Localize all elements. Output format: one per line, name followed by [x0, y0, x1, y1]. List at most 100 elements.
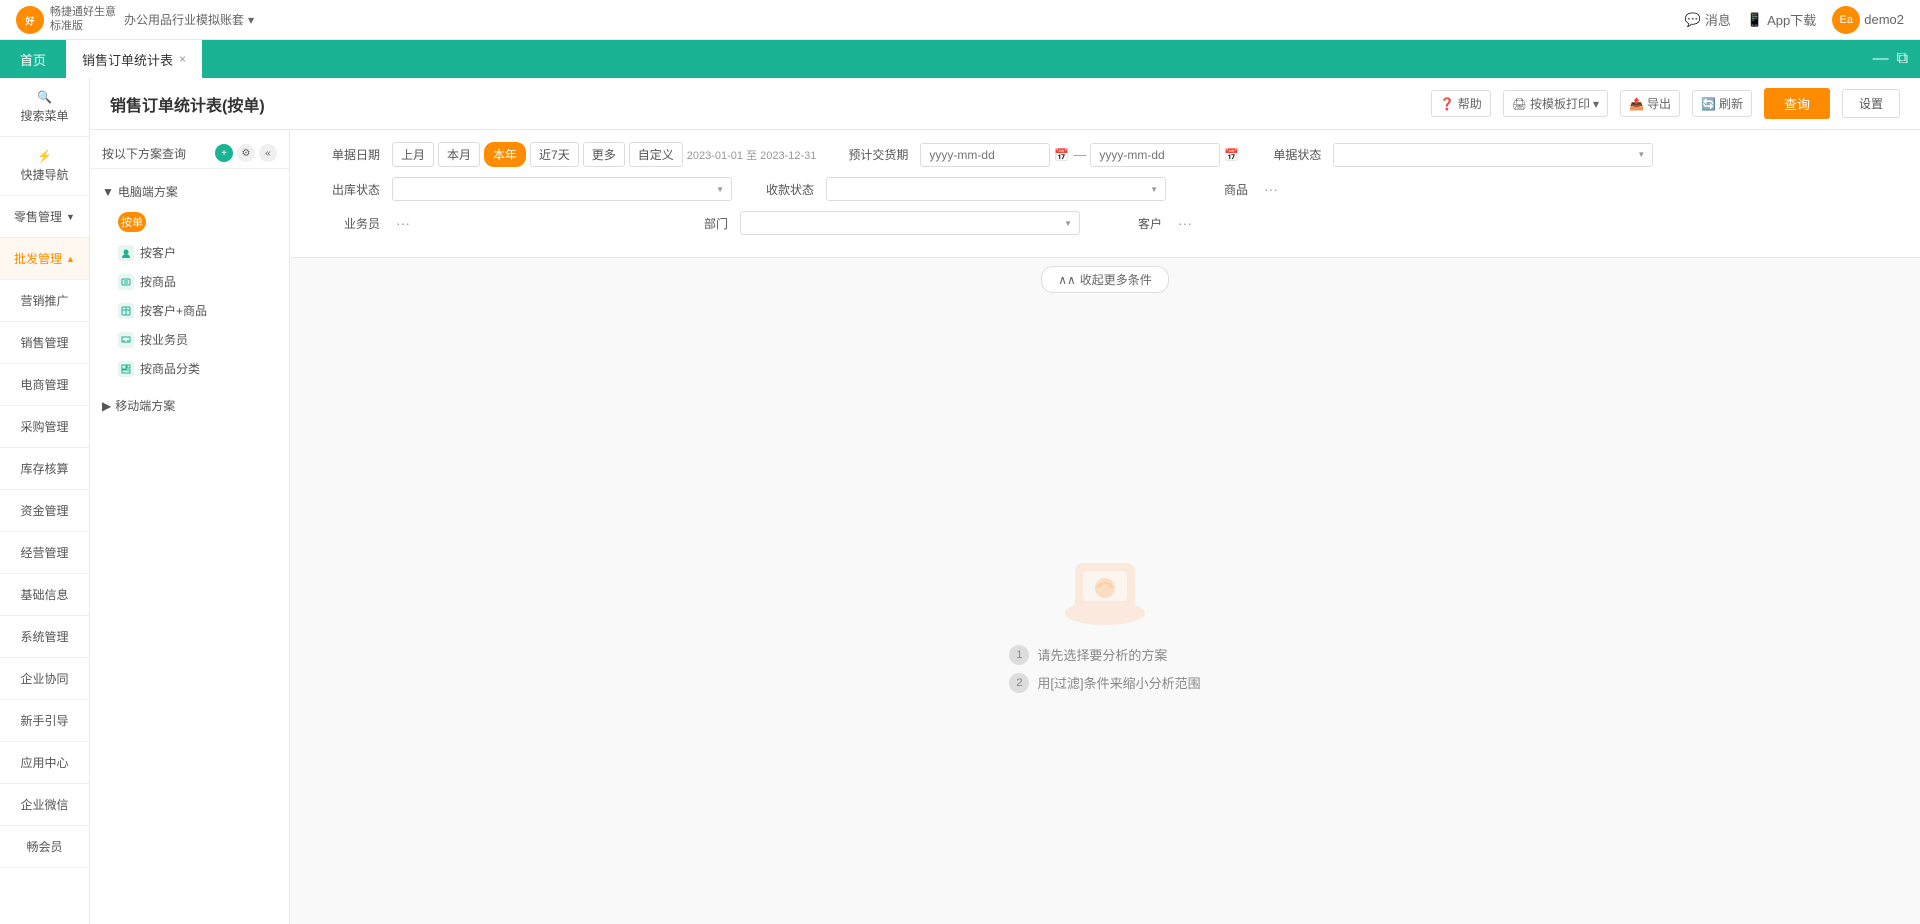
tab-label: 销售订单统计表 — [82, 50, 173, 69]
salesperson-scheme-icon — [118, 332, 134, 348]
tab-close-icon[interactable]: × — [179, 52, 186, 66]
mobile-section-header[interactable]: ▶ 移动端方案 — [90, 391, 289, 420]
sidebar-item-operations[interactable]: 经营管理 — [0, 532, 89, 574]
tab-minimize-btn[interactable]: — — [1873, 50, 1889, 68]
date-label: 单据日期 — [310, 146, 380, 163]
help-icon: ❓ — [1440, 97, 1455, 111]
tab-home[interactable]: 首页 — [0, 40, 66, 78]
filter-area: 单据日期 上月 本月 本年 近7天 更多 自定义 2023-01-01 至 20… — [290, 130, 1920, 257]
scheme-item-by-customer[interactable]: 按客户 — [90, 238, 289, 267]
collapse-icon: ∧∧ — [1058, 273, 1076, 287]
mobile-expand-icon: ▶ — [102, 399, 111, 413]
tab-restore-btn[interactable]: ⧉ — [1897, 50, 1908, 68]
chevron-up-icon: ▲ — [66, 254, 75, 264]
scheme-item-by-category[interactable]: 按商品分类 — [90, 354, 289, 383]
sidebar-item-purchase[interactable]: 采购管理 — [0, 406, 89, 448]
customer-scheme-icon — [118, 245, 134, 261]
main-layout: 🔍 搜索菜单 ⚡ 快捷导航 零售管理 ▼ 批发管理 ▲ 营销推广 销售管理 电商… — [0, 78, 1920, 924]
customer-product-scheme-icon — [118, 303, 134, 319]
section-expand-icon: ▼ — [102, 185, 114, 199]
right-content: 单据日期 上月 本月 本年 近7天 更多 自定义 2023-01-01 至 20… — [290, 130, 1920, 924]
last-month-btn[interactable]: 上月 — [392, 142, 434, 167]
refresh-icon: 🔄 — [1701, 97, 1716, 111]
download-icon: 📱 — [1747, 12, 1763, 28]
template-print-btn[interactable]: 🖨 按模板打印 ▾ — [1503, 90, 1608, 117]
filter-row-2: 出库状态 收款状态 商品 ··· — [310, 177, 1900, 201]
this-month-btn[interactable]: 本月 — [438, 142, 480, 167]
sidebar-item-search[interactable]: 🔍 搜索菜单 — [0, 78, 89, 137]
status-label: 单据状态 — [1251, 146, 1321, 163]
delivery-status-label: 出库状态 — [310, 181, 380, 198]
more-btn[interactable]: 更多 — [583, 142, 625, 167]
collapse-label: 收起更多条件 — [1080, 271, 1152, 288]
sidebar-item-retail[interactable]: 零售管理 ▼ — [0, 196, 89, 238]
pc-schemes-section: ▼ 电脑端方案 按单 按客户 — [90, 173, 289, 387]
top-bar: 好 畅捷通好生意 标准版 办公用品行业模拟账套 ▾ 💬 消息 📱 App下载 E… — [0, 0, 1920, 40]
sidebar-item-sales[interactable]: 销售管理 — [0, 322, 89, 364]
hint-2: 2 用[过滤]条件来缩小分析范围 — [1009, 673, 1200, 693]
product-dots-btn[interactable]: ··· — [1260, 177, 1282, 201]
query-button[interactable]: 查询 — [1764, 88, 1830, 119]
sidebar-item-basic-info[interactable]: 基础信息 — [0, 574, 89, 616]
department-wrapper — [740, 211, 1080, 235]
delivery-status-select[interactable] — [392, 177, 732, 201]
empty-hints: 1 请先选择要分析的方案 2 用[过滤]条件来缩小分析范围 — [1009, 645, 1200, 693]
panel-title: 按以下方案查询 — [102, 145, 209, 162]
app-download-btn[interactable]: 📱 App下载 — [1747, 10, 1816, 29]
collapse-panel-btn[interactable]: « — [259, 144, 277, 162]
payment-status-select[interactable] — [826, 177, 1166, 201]
status-select[interactable] — [1333, 143, 1653, 167]
sidebar-item-enterprise[interactable]: 企业协同 — [0, 658, 89, 700]
last-7-days-btn[interactable]: 近7天 — [530, 142, 579, 167]
delivery-date-end[interactable] — [1090, 143, 1220, 167]
content-body: 按以下方案查询 + ⚙ « ▼ 电脑端方案 按单 — [90, 130, 1920, 924]
custom-btn[interactable]: 自定义 — [629, 142, 683, 167]
sidebar-item-newbie[interactable]: 新手引导 — [0, 700, 89, 742]
scheme-item-by-salesperson[interactable]: 按业务员 — [90, 325, 289, 354]
message-btn[interactable]: 💬 消息 — [1685, 10, 1731, 29]
sidebar-item-wholesale[interactable]: 批发管理 ▲ — [0, 238, 89, 280]
department-label: 部门 — [658, 215, 728, 232]
sidebar-item-ecommerce[interactable]: 电商管理 — [0, 364, 89, 406]
logo-area: 好 畅捷通好生意 标准版 — [16, 6, 116, 34]
sidebar-item-inventory[interactable]: 库存核算 — [0, 448, 89, 490]
delivery-date-start[interactable] — [920, 143, 1050, 167]
date-input-group: 📅 — 📅 — [920, 143, 1239, 167]
tab-active[interactable]: 销售订单统计表 × — [66, 40, 202, 78]
scheme-item-by-product[interactable]: 按商品 — [90, 267, 289, 296]
sidebar-item-quick-nav[interactable]: ⚡ 快捷导航 — [0, 137, 89, 196]
this-year-btn[interactable]: 本年 — [484, 142, 526, 167]
chevron-down-icon: ▼ — [66, 212, 75, 222]
date-range-text: 2023-01-01 至 2023-12-31 — [687, 147, 817, 163]
scheme-item-by-order[interactable]: 按单 — [90, 206, 289, 238]
help-btn[interactable]: ❓ 帮助 — [1431, 90, 1491, 117]
collapse-btn[interactable]: ∧∧ 收起更多条件 — [1041, 266, 1169, 293]
department-select[interactable] — [740, 211, 1080, 235]
salesperson-label: 业务员 — [310, 215, 380, 232]
settings-button[interactable]: 设置 — [1842, 89, 1900, 118]
export-btn[interactable]: 📤 导出 — [1620, 90, 1680, 117]
sidebar-item-app-center[interactable]: 应用中心 — [0, 742, 89, 784]
dropdown-icon[interactable]: ▾ — [248, 13, 254, 27]
scheme-item-by-customer-product[interactable]: 按客户+商品 — [90, 296, 289, 325]
user-menu[interactable]: Ea demo2 — [1832, 6, 1904, 34]
sidebar-item-system[interactable]: 系统管理 — [0, 616, 89, 658]
tab-bar-actions: — ⧉ — [1873, 50, 1920, 68]
sidebar-item-wechat[interactable]: 企业微信 — [0, 784, 89, 826]
refresh-btn[interactable]: 🔄 刷新 — [1692, 90, 1752, 117]
calendar-icon-1: 📅 — [1054, 148, 1069, 162]
sidebar-item-membership[interactable]: 畅会员 — [0, 826, 89, 868]
add-scheme-btn[interactable]: + — [215, 144, 233, 162]
pc-section-label: 电脑端方案 — [118, 183, 178, 200]
message-icon: 💬 — [1685, 12, 1701, 28]
customer-dots-btn[interactable]: ··· — [1174, 211, 1196, 235]
page-title: 销售订单统计表(按单) — [110, 92, 265, 116]
salesperson-dots-btn[interactable]: ··· — [392, 211, 414, 235]
sidebar-item-marketing[interactable]: 营销推广 — [0, 280, 89, 322]
pc-section-header[interactable]: ▼ 电脑端方案 — [90, 177, 289, 206]
search-icon: 🔍 — [37, 90, 52, 104]
breadcrumb-area: 办公用品行业模拟账套 ▾ — [124, 11, 254, 28]
filter-row-3: 业务员 ··· 部门 客户 ··· — [310, 211, 1900, 235]
settings-scheme-btn[interactable]: ⚙ — [237, 144, 255, 162]
sidebar-item-finance[interactable]: 资金管理 — [0, 490, 89, 532]
